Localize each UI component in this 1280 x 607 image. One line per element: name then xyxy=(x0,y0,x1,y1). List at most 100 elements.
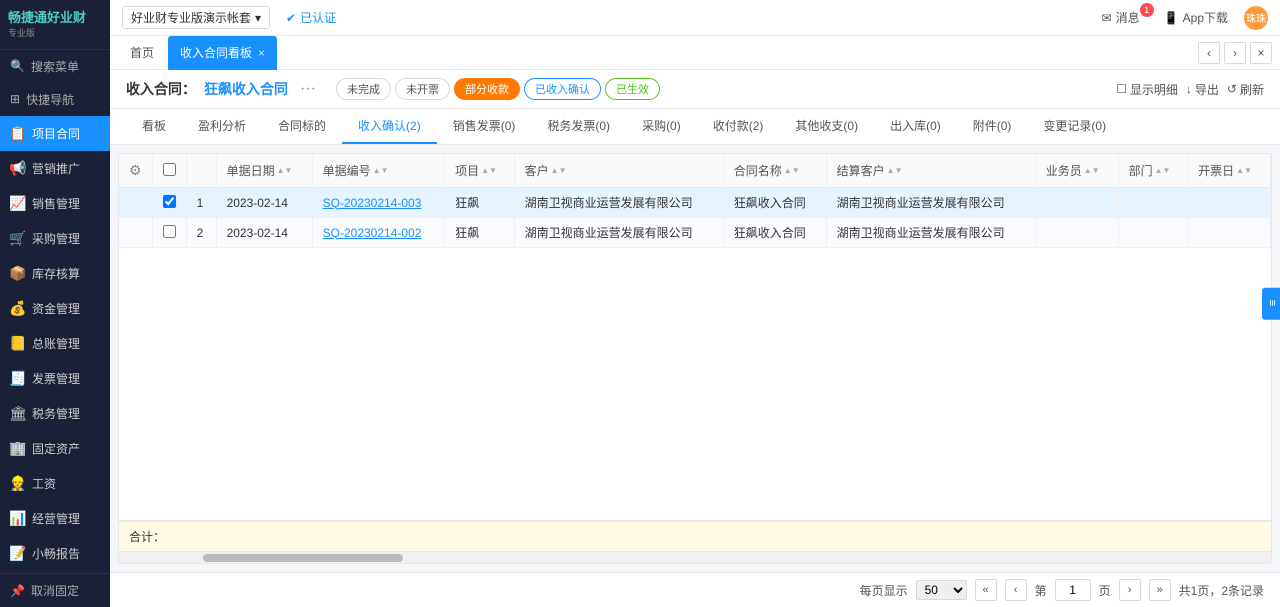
col-project-header[interactable]: 项目 ▲▼ xyxy=(445,154,515,188)
sidebar-item-fixed[interactable]: 🏢 固定资产 xyxy=(0,431,110,466)
mobile-icon: 📱 xyxy=(1164,11,1179,25)
tab-kanban[interactable]: 看板 xyxy=(126,109,182,144)
settings-icon[interactable]: ⚙ xyxy=(129,162,142,178)
sidebar-item-report[interactable]: 📝 小畅报告 xyxy=(0,536,110,571)
tab-next-button[interactable]: › xyxy=(1224,42,1246,64)
sidebar-item-purchase[interactable]: 🛒 采购管理 xyxy=(0,221,110,256)
sidebar-item-invoice[interactable]: 🧾 发票管理 xyxy=(0,361,110,396)
page-number-input[interactable] xyxy=(1055,579,1091,601)
message-icon: ✉ xyxy=(1102,11,1112,25)
col-final-customer-header[interactable]: 结算客户 ▲▼ xyxy=(826,154,1035,188)
company-selector[interactable]: 好业财专业版演示帐套 ▾ xyxy=(122,6,270,29)
tab-sales-invoice[interactable]: 销售发票(0) xyxy=(437,109,532,144)
table-row[interactable]: 1 2023-02-14 SQ-20230214-003 狂飙 湖南卫视商业运营… xyxy=(119,188,1271,218)
tab-warehouse[interactable]: 出入库(0) xyxy=(874,109,957,144)
status-partial[interactable]: 部分收款 xyxy=(454,78,520,100)
user-profile[interactable]: 珠珠 xyxy=(1244,6,1268,30)
sidebar-pin-toggle[interactable]: 📌 取消固定 xyxy=(0,574,110,607)
first-page-button[interactable]: « xyxy=(975,579,997,601)
fixed-icon: 🏢 xyxy=(10,440,26,456)
show-detail-button[interactable]: ☐ 显示明细 xyxy=(1116,81,1178,98)
col-settings[interactable]: ⚙ xyxy=(119,154,152,188)
status-active[interactable]: 已生效 xyxy=(605,78,660,100)
table-row[interactable]: 2 2023-02-14 SQ-20230214-002 狂飙 湖南卫视商业运营… xyxy=(119,218,1271,248)
tab-home[interactable]: 首页 xyxy=(118,36,166,70)
tab-contract-board[interactable]: 收入合同看板 × xyxy=(168,36,277,70)
sort-salesperson-icon[interactable]: ▲▼ xyxy=(1084,167,1100,175)
cell-docno-1[interactable]: SQ-20230214-003 xyxy=(312,188,444,218)
horizontal-scrollbar[interactable] xyxy=(119,551,1271,563)
user-name: 珠珠 xyxy=(1246,10,1266,25)
right-panel-button[interactable]: ≡ xyxy=(1262,287,1280,319)
col-docno-header[interactable]: 单据编号 ▲▼ xyxy=(312,154,444,188)
cell-checkbox-1[interactable] xyxy=(152,188,186,218)
tab-tax-invoice[interactable]: 税务发票(0) xyxy=(531,109,626,144)
tab-revenue-confirm[interactable]: 收入确认(2) xyxy=(342,109,437,144)
status-confirmed[interactable]: 已收入确认 xyxy=(524,78,601,100)
total-info: 共1页，2条记录 xyxy=(1179,582,1264,599)
sort-opendate-icon[interactable]: ▲▼ xyxy=(1236,167,1252,175)
tab-prev-button[interactable]: ‹ xyxy=(1198,42,1220,64)
sort-customer-icon[interactable]: ▲▼ xyxy=(551,167,567,175)
col-date-header[interactable]: 单据日期 ▲▼ xyxy=(216,154,312,188)
tab-change-log[interactable]: 变更记录(0) xyxy=(1027,109,1122,144)
scroll-thumb[interactable] xyxy=(203,554,403,562)
tab-close-all-button[interactable]: × xyxy=(1250,42,1272,64)
per-page-select[interactable]: 50 20 100 xyxy=(916,580,967,600)
col-department-header[interactable]: 部门 ▲▼ xyxy=(1118,154,1188,188)
sidebar-item-label: 小畅报告 xyxy=(32,545,80,562)
sort-date-icon[interactable]: ▲▼ xyxy=(277,167,293,175)
col-opendate-header[interactable]: 开票日 ▲▼ xyxy=(1188,154,1271,188)
sidebar-quick-nav[interactable]: ⊞ 快捷导航 xyxy=(0,83,110,116)
doc-link-1[interactable]: SQ-20230214-003 xyxy=(323,196,422,210)
marketing-icon: 📢 xyxy=(10,160,26,176)
row-checkbox-2[interactable] xyxy=(163,225,176,238)
sort-final-customer-icon[interactable]: ▲▼ xyxy=(887,167,903,175)
export-button[interactable]: ↓ 导出 xyxy=(1186,81,1219,98)
sidebar-item-project[interactable]: 📋 项目合同 xyxy=(0,116,110,151)
more-actions-button[interactable]: ··· xyxy=(296,80,320,98)
tab-other-income[interactable]: 其他收支(0) xyxy=(779,109,874,144)
col-salesperson-header[interactable]: 业务员 ▲▼ xyxy=(1035,154,1118,188)
status-uninvoiced[interactable]: 未开票 xyxy=(395,78,450,100)
cell-checkbox-2[interactable] xyxy=(152,218,186,248)
tab-attachment[interactable]: 附件(0) xyxy=(957,109,1028,144)
message-button[interactable]: ✉ 1 消息 xyxy=(1102,9,1148,26)
tab-purchase[interactable]: 采购(0) xyxy=(626,109,697,144)
last-page-button[interactable]: » xyxy=(1149,579,1171,601)
tab-close-button[interactable]: × xyxy=(258,46,265,60)
select-all-checkbox[interactable] xyxy=(163,163,176,176)
refresh-button[interactable]: ↺ 刷新 xyxy=(1227,81,1264,98)
sidebar-item-tax[interactable]: 🏛 税务管理 xyxy=(0,396,110,431)
sort-department-icon[interactable]: ▲▼ xyxy=(1155,167,1171,175)
app-download-button[interactable]: 📱 App下载 xyxy=(1164,9,1228,26)
topbar: 好业财专业版演示帐套 ▾ ✔ 已认证 ✉ 1 消息 📱 App下载 珠珠 xyxy=(110,0,1280,36)
sort-contract-icon[interactable]: ▲▼ xyxy=(784,167,800,175)
tab-navigation: ‹ › × xyxy=(1198,42,1272,64)
tab-payment[interactable]: 收付款(2) xyxy=(697,109,780,144)
sidebar-item-sales[interactable]: 📈 销售管理 xyxy=(0,186,110,221)
sidebar-item-labor[interactable]: 👷 工资 xyxy=(0,466,110,501)
status-incomplete[interactable]: 未完成 xyxy=(336,78,391,100)
check-icon: ✔ xyxy=(286,11,296,25)
col-checkbox-header[interactable] xyxy=(152,154,186,188)
sidebar-item-label: 发票管理 xyxy=(32,370,80,387)
sidebar-item-general[interactable]: 📒 总账管理 xyxy=(0,326,110,361)
cell-settings-1 xyxy=(119,188,152,218)
tab-profit[interactable]: 盈利分析 xyxy=(182,109,262,144)
prev-page-button[interactable]: ‹ xyxy=(1005,579,1027,601)
col-customer-header[interactable]: 客户 ▲▼ xyxy=(514,154,723,188)
sidebar-item-fund[interactable]: 💰 资金管理 xyxy=(0,291,110,326)
sidebar-item-inventory[interactable]: 📦 库存核算 xyxy=(0,256,110,291)
row-checkbox-1[interactable] xyxy=(163,195,176,208)
doc-link-2[interactable]: SQ-20230214-002 xyxy=(323,226,422,240)
sidebar-item-marketing[interactable]: 📢 营销推广 xyxy=(0,151,110,186)
sort-project-icon[interactable]: ▲▼ xyxy=(481,167,497,175)
col-contract-name-header[interactable]: 合同名称 ▲▼ xyxy=(723,154,826,188)
sidebar-item-ops[interactable]: 📊 经营管理 xyxy=(0,501,110,536)
sidebar-search[interactable]: 🔍 搜索菜单 xyxy=(0,50,110,83)
cell-docno-2[interactable]: SQ-20230214-002 xyxy=(312,218,444,248)
next-page-button[interactable]: › xyxy=(1119,579,1141,601)
sort-docno-icon[interactable]: ▲▼ xyxy=(373,167,389,175)
tab-contract-subject[interactable]: 合同标的 xyxy=(262,109,342,144)
